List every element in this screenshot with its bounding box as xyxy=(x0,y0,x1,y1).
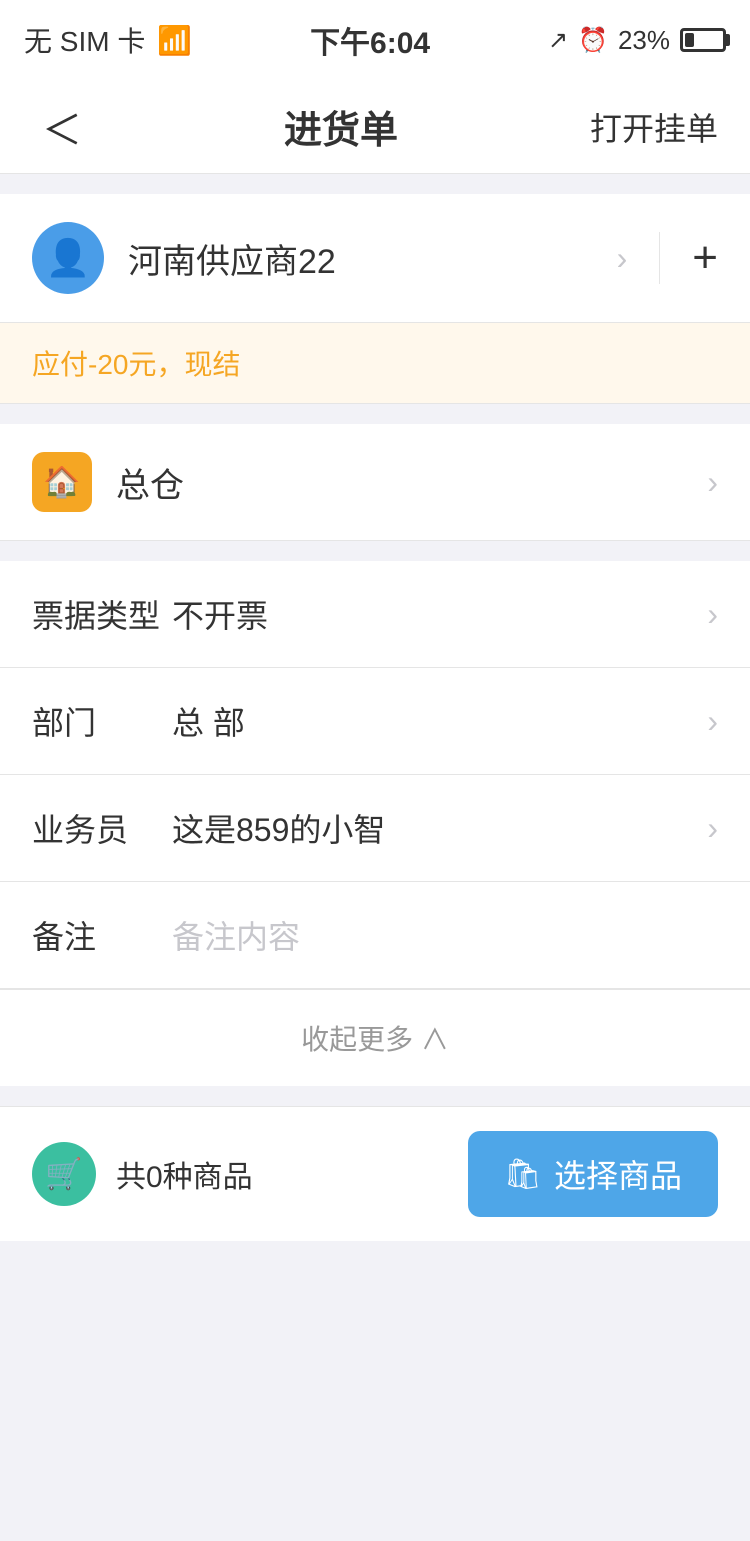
carrier-label: 无 SIM 卡 xyxy=(24,20,145,60)
select-btn-label: 选择商品 xyxy=(554,1151,682,1197)
warehouse-row[interactable]: 🏠 总仓 › xyxy=(0,424,750,541)
section-divider-2 xyxy=(0,404,750,424)
supplier-avatar: 👤 xyxy=(32,222,104,294)
supplier-chevron-icon: › xyxy=(617,240,628,277)
collapse-label: 收起更多 ∧ xyxy=(301,1018,449,1058)
remark-row[interactable]: 备注 备注内容 xyxy=(0,882,750,989)
status-right: ↗ ⏰ 23% xyxy=(548,25,726,56)
add-icon[interactable]: + xyxy=(692,233,718,283)
location-icon: ↗ xyxy=(548,26,568,55)
supplier-row[interactable]: 👤 河南供应商22 › + xyxy=(0,194,750,323)
salesperson-label: 业务员 xyxy=(32,805,172,851)
nav-bar: ＜ 进货单 打开挂单 xyxy=(0,80,750,174)
section-divider-1 xyxy=(0,174,750,194)
warehouse-icon: 🏠 xyxy=(43,465,80,500)
collapse-row[interactable]: 收起更多 ∧ xyxy=(0,989,750,1086)
products-bar: 🛒 共0种商品 🛍 选择商品 xyxy=(0,1106,750,1241)
section-divider-3 xyxy=(0,541,750,561)
warehouse-section: 🏠 总仓 › xyxy=(0,424,750,541)
invoice-type-row[interactable]: 票据类型 不开票 › xyxy=(0,561,750,668)
wifi-icon: 📶 xyxy=(157,24,192,57)
battery-icon xyxy=(680,28,726,52)
warehouse-chevron-icon: › xyxy=(707,464,718,501)
status-bar: 无 SIM 卡 📶 下午6:04 ↗ ⏰ 23% xyxy=(0,0,750,80)
supplier-section: 👤 河南供应商22 › + 应付-20元，现结 xyxy=(0,194,750,404)
products-count: 共0种商品 xyxy=(116,1152,468,1196)
remaining-background xyxy=(0,1241,750,1541)
invoice-type-value: 不开票 xyxy=(172,591,691,637)
salesperson-value: 这是859的小智 xyxy=(172,805,691,851)
invoice-type-label: 票据类型 xyxy=(32,591,172,637)
page-title: 进货单 xyxy=(284,99,398,154)
supplier-divider xyxy=(659,232,660,284)
remark-placeholder: 备注内容 xyxy=(172,912,718,958)
notice-text: 应付-20元，现结 xyxy=(32,349,240,380)
select-products-button[interactable]: 🛍 选择商品 xyxy=(468,1131,718,1217)
invoice-type-chevron: › xyxy=(707,596,718,633)
salesperson-row[interactable]: 业务员 这是859的小智 › xyxy=(0,775,750,882)
form-section: 票据类型 不开票 › 部门 总 部 › 业务员 这是859的小智 › 备注 备注… xyxy=(0,561,750,1086)
alarm-icon: ⏰ xyxy=(578,26,608,55)
cart-icon: 🛒 xyxy=(45,1157,82,1192)
supplier-name: 河南供应商22 xyxy=(128,234,617,283)
department-row[interactable]: 部门 总 部 › xyxy=(0,668,750,775)
battery-percent: 23% xyxy=(618,25,670,56)
status-left: 无 SIM 卡 📶 xyxy=(24,20,192,60)
department-value: 总 部 xyxy=(172,698,691,744)
warehouse-icon-bg: 🏠 xyxy=(32,452,92,512)
supplier-actions: › + xyxy=(617,232,718,284)
notice-banner: 应付-20元，现结 xyxy=(0,323,750,404)
open-pending-button[interactable]: 打开挂单 xyxy=(590,104,718,150)
section-divider-4 xyxy=(0,1086,750,1106)
salesperson-chevron: › xyxy=(707,810,718,847)
warehouse-name: 总仓 xyxy=(116,458,707,507)
cart-icon-bg: 🛒 xyxy=(32,1142,96,1206)
status-time: 下午6:04 xyxy=(310,18,430,62)
back-button[interactable]: ＜ xyxy=(32,88,92,166)
department-chevron: › xyxy=(707,703,718,740)
department-label: 部门 xyxy=(32,698,172,744)
remark-label: 备注 xyxy=(32,912,172,958)
supplier-avatar-icon: 👤 xyxy=(46,237,91,279)
select-btn-icon: 🛍 xyxy=(504,1157,542,1192)
